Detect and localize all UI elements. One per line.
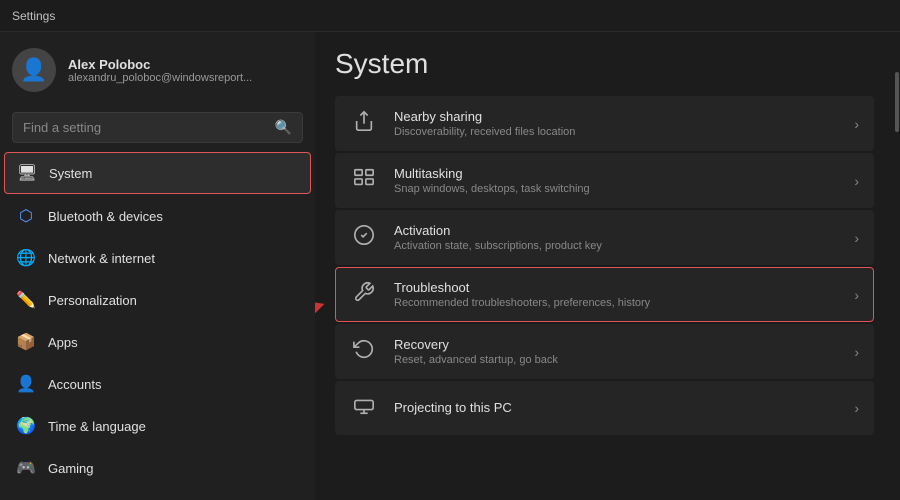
chevron-icon: › — [854, 287, 859, 303]
accounts-icon: 👤 — [16, 374, 36, 394]
settings-row-projecting[interactable]: Projecting to this PC › — [335, 381, 874, 435]
chevron-icon: › — [854, 344, 859, 360]
sidebar-item-label: Personalization — [48, 293, 137, 308]
recovery-text: Recovery Reset, advanced startup, go bac… — [394, 337, 838, 366]
sidebar-item-label: Bluetooth & devices — [48, 209, 163, 224]
avatar: 👤 — [12, 48, 56, 92]
gaming-icon: 🎮 — [16, 458, 36, 478]
chevron-icon: › — [854, 400, 859, 416]
activation-subtitle: Activation state, subscriptions, product… — [394, 240, 838, 252]
search-container: Find a setting 🔍 — [0, 108, 315, 151]
sidebar-item-time[interactable]: 🌍 Time & language — [4, 406, 311, 446]
sidebar-item-personalization[interactable]: ✏️ Personalization — [4, 280, 311, 320]
settings-row-nearby-sharing[interactable]: Nearby sharing Discoverability, received… — [335, 96, 874, 151]
projecting-title: Projecting to this PC — [394, 400, 838, 415]
chevron-icon: › — [854, 230, 859, 246]
settings-list: Nearby sharing Discoverability, received… — [335, 96, 874, 435]
sidebar-item-label: Time & language — [48, 419, 146, 434]
nearby-sharing-text: Nearby sharing Discoverability, received… — [394, 109, 838, 138]
sidebar-item-accounts[interactable]: 👤 Accounts — [4, 364, 311, 404]
sidebar-item-label: Network & internet — [48, 251, 155, 266]
time-icon: 🌍 — [16, 416, 36, 436]
user-icon: 👤 — [20, 57, 47, 83]
multitasking-subtitle: Snap windows, desktops, task switching — [394, 183, 838, 195]
title-bar-text: Settings — [12, 9, 55, 23]
sidebar: 👤 Alex Poloboc alexandru_poloboc@windows… — [0, 32, 315, 500]
main-layout: 👤 Alex Poloboc alexandru_poloboc@windows… — [0, 32, 900, 500]
search-icon: 🔍 — [275, 119, 292, 136]
page-title: System — [335, 48, 874, 80]
settings-row-activation[interactable]: Activation Activation state, subscriptio… — [335, 210, 874, 265]
settings-row-multitasking[interactable]: Multitasking Snap windows, desktops, tas… — [335, 153, 874, 208]
troubleshoot-subtitle: Recommended troubleshooters, preferences… — [394, 297, 838, 309]
recovery-title: Recovery — [394, 337, 838, 352]
user-profile[interactable]: 👤 Alex Poloboc alexandru_poloboc@windows… — [0, 32, 315, 108]
multitasking-title: Multitasking — [394, 166, 838, 181]
chevron-icon: › — [854, 116, 859, 132]
content-area: 1 2 System — [315, 32, 894, 500]
activation-title: Activation — [394, 223, 838, 238]
user-info: Alex Poloboc alexandru_poloboc@windowsre… — [68, 57, 252, 84]
network-icon: 🌐 — [16, 248, 36, 268]
activation-icon — [350, 224, 378, 252]
sidebar-item-label: Gaming — [48, 461, 94, 476]
apps-icon: 📦 — [16, 332, 36, 352]
user-email: alexandru_poloboc@windowsreport... — [68, 72, 252, 84]
troubleshoot-icon — [350, 281, 378, 309]
personalization-icon: ✏️ — [16, 290, 36, 310]
multitasking-icon — [350, 167, 378, 195]
recovery-icon — [350, 338, 378, 366]
projecting-text: Projecting to this PC — [394, 400, 838, 417]
recovery-subtitle: Reset, advanced startup, go back — [394, 354, 838, 366]
projecting-icon — [350, 394, 378, 422]
multitasking-text: Multitasking Snap windows, desktops, tas… — [394, 166, 838, 195]
sidebar-item-network[interactable]: 🌐 Network & internet — [4, 238, 311, 278]
troubleshoot-title: Troubleshoot — [394, 280, 838, 295]
scrollbar-thumb[interactable] — [895, 72, 899, 132]
sidebar-item-label: Accounts — [48, 377, 101, 392]
sidebar-item-apps[interactable]: 📦 Apps — [4, 322, 311, 362]
scrollbar-track[interactable] — [894, 32, 900, 500]
user-name: Alex Poloboc — [68, 57, 252, 72]
sidebar-item-gaming[interactable]: 🎮 Gaming — [4, 448, 311, 488]
nearby-sharing-subtitle: Discoverability, received files location — [394, 126, 838, 138]
sidebar-item-label: System — [49, 166, 92, 181]
sidebar-item-system[interactable]: 🖥 System — [4, 152, 311, 194]
nearby-sharing-title: Nearby sharing — [394, 109, 838, 124]
search-placeholder: Find a setting — [23, 120, 267, 135]
settings-row-recovery[interactable]: Recovery Reset, advanced startup, go bac… — [335, 324, 874, 379]
nearby-sharing-icon — [350, 110, 378, 138]
activation-text: Activation Activation state, subscriptio… — [394, 223, 838, 252]
troubleshoot-text: Troubleshoot Recommended troubleshooters… — [394, 280, 838, 309]
settings-row-troubleshoot[interactable]: Troubleshoot Recommended troubleshooters… — [335, 267, 874, 322]
system-icon: 🖥 — [17, 163, 37, 183]
bluetooth-icon: ⬡ — [16, 206, 36, 226]
title-bar: Settings — [0, 0, 900, 32]
chevron-icon: › — [854, 173, 859, 189]
sidebar-item-bluetooth[interactable]: ⬡ Bluetooth & devices — [4, 196, 311, 236]
annotation-group-2: 2 — [315, 292, 330, 355]
sidebar-item-label: Apps — [48, 335, 78, 350]
search-box[interactable]: Find a setting 🔍 — [12, 112, 303, 143]
